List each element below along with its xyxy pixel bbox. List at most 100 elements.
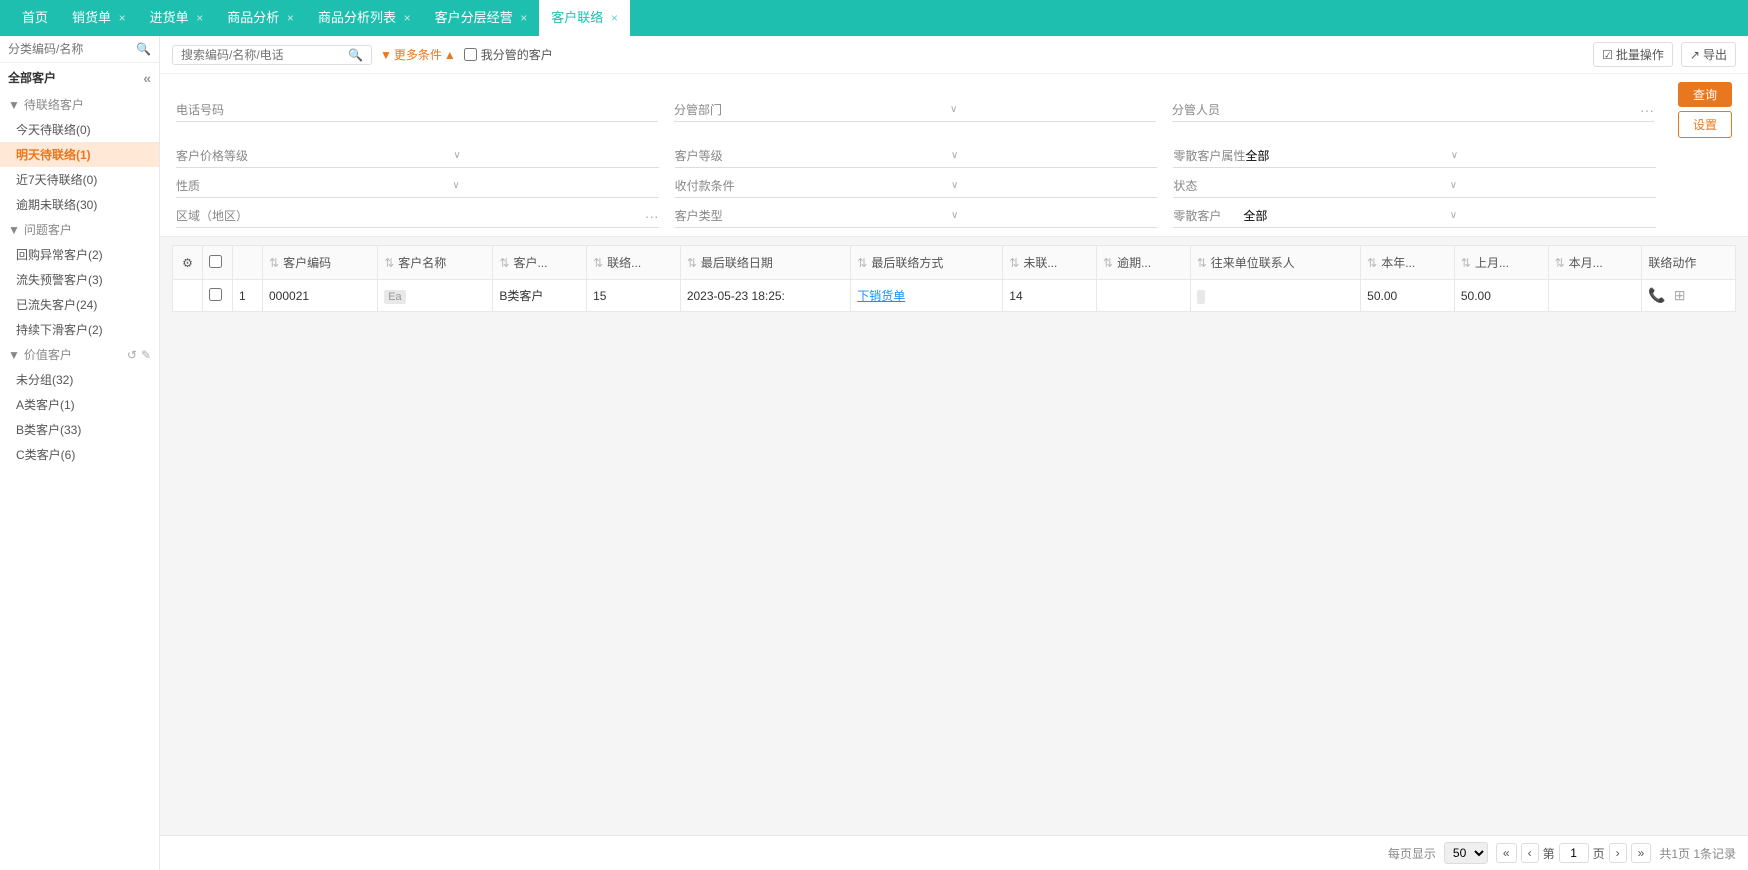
sort-nc-icon[interactable]: ⇅: [1009, 256, 1019, 270]
sort-icon[interactable]: ⇅: [269, 256, 279, 270]
more-conditions-btn[interactable]: ▼ 更多条件 ▲: [380, 46, 456, 63]
page-label: 第: [1543, 845, 1555, 862]
col-overdue-label: 逾期...: [1117, 254, 1151, 271]
filter-customer-level: 客户等级 ∨: [675, 144, 1158, 168]
nav-purchase-order[interactable]: 进货单 ×: [138, 0, 216, 36]
page-size-select[interactable]: 50: [1444, 842, 1488, 864]
filter-status-select[interactable]: ∨: [1243, 180, 1656, 191]
td-gear: [173, 280, 203, 312]
sidebar-item-churned[interactable]: 已流失客户(24): [0, 292, 159, 317]
my-customers-check[interactable]: [464, 48, 477, 61]
last-page-btn[interactable]: »: [1631, 843, 1652, 863]
filter-icon: ▼: [380, 48, 392, 62]
pending-group-label[interactable]: ▼ 待联络客户: [0, 92, 159, 117]
sort-overdue-icon[interactable]: ⇅: [1103, 256, 1113, 270]
filter-phone-label: 电话号码: [176, 101, 246, 118]
sidebar-item-declining[interactable]: 持续下滑客户(2): [0, 317, 159, 342]
col-type-label: 客户...: [513, 254, 547, 271]
value-refresh-icon[interactable]: ↺: [127, 348, 137, 362]
sidebar-item-today[interactable]: 今天待联络(0): [0, 117, 159, 142]
filter-region-label: 区域（地区）: [176, 207, 248, 224]
search-icon[interactable]: 🔍: [348, 48, 363, 62]
filter-status-label: 状态: [1173, 177, 1243, 194]
filter-dept-select[interactable]: ∨: [744, 104, 1156, 115]
filter-price-level-label: 客户价格等级: [176, 147, 248, 164]
td-not-contacted: 14: [1003, 280, 1097, 312]
filter-price-level: 客户价格等级 ∨: [176, 144, 659, 168]
nav-product-analysis[interactable]: 商品分析 ×: [215, 0, 306, 36]
action-icons: 📞 ⊞: [1648, 287, 1729, 304]
sort-contact-icon[interactable]: ⇅: [593, 256, 603, 270]
value-edit-icon[interactable]: ✎: [141, 348, 151, 362]
query-button[interactable]: 查询: [1678, 82, 1732, 107]
filter-retail-customer-select[interactable]: 全部 ∨: [1243, 207, 1656, 224]
td-last-way: 下销货单: [851, 280, 1003, 312]
customer-table: ⚙ ⇅ 客户编码: [172, 245, 1736, 312]
filter-nature: 性质 ∨: [176, 174, 659, 198]
sort-date-icon[interactable]: ⇅: [687, 256, 697, 270]
next-page-btn[interactable]: ›: [1609, 843, 1627, 863]
filter-payment-select[interactable]: ∨: [745, 180, 1158, 191]
sort-lm-icon[interactable]: ⇅: [1461, 256, 1471, 270]
filter-nature-select[interactable]: ∨: [246, 180, 659, 191]
sidebar-item-tomorrow[interactable]: 明天待联络(1): [0, 142, 159, 167]
page-number-input[interactable]: [1559, 843, 1589, 863]
sidebar-item-churn-warning[interactable]: 流失预警客户(3): [0, 267, 159, 292]
sort-name-icon[interactable]: ⇅: [384, 256, 394, 270]
nav-customer-contact[interactable]: 客户联络 ×: [539, 0, 630, 36]
filter-price-level-select[interactable]: ∨: [248, 150, 659, 161]
sidebar-search-input[interactable]: [8, 42, 136, 56]
th-checkbox: [203, 246, 233, 280]
sidebar-search-icon[interactable]: 🔍: [136, 42, 151, 56]
sidebar-item-repurchase-abnormal[interactable]: 回购异常客户(2): [0, 242, 159, 267]
sort-way-icon[interactable]: ⇅: [857, 256, 867, 270]
col-contact-label: 联络...: [607, 254, 641, 271]
sidebar-item-7days[interactable]: 近7天待联络(0): [0, 167, 159, 192]
td-contact: 15: [587, 280, 681, 312]
sidebar-item-a-class[interactable]: A类客户(1): [0, 392, 159, 417]
filter-customer-level-arrow: ∨: [951, 150, 1157, 161]
batch-operation-btn[interactable]: ☑ 批量操作: [1593, 42, 1673, 67]
sidebar-item-overdue[interactable]: 逾期未联络(30): [0, 192, 159, 217]
sort-uc-icon[interactable]: ⇅: [1197, 256, 1207, 270]
gear-icon[interactable]: ⚙: [182, 256, 193, 270]
sidebar-all-customers[interactable]: 全部客户 «: [0, 63, 159, 92]
my-customers-checkbox[interactable]: 我分管的客户: [464, 46, 553, 63]
filter-phone: 电话号码: [176, 98, 658, 122]
td-this-month: [1548, 280, 1642, 312]
grid-action-icon[interactable]: ⊞: [1674, 287, 1686, 304]
select-all-checkbox[interactable]: [209, 255, 222, 268]
prev-page-btn[interactable]: ‹: [1521, 843, 1539, 863]
filter-retail-attr-select[interactable]: 全部 ∨: [1245, 147, 1656, 164]
sort-type-icon[interactable]: ⇅: [499, 256, 509, 270]
sort-ty-icon[interactable]: ⇅: [1367, 256, 1377, 270]
filter-region-dots[interactable]: ···: [645, 208, 659, 224]
filter-manager-dots[interactable]: ···: [1640, 102, 1654, 118]
problem-group-label[interactable]: ▼ 问题客户: [0, 217, 159, 242]
td-overdue: [1097, 280, 1191, 312]
filter-customer-type-select[interactable]: ∨: [745, 210, 1158, 221]
export-btn[interactable]: ↗ 导出: [1681, 42, 1736, 67]
filter-customer-level-select[interactable]: ∨: [745, 150, 1158, 161]
search-input[interactable]: [181, 48, 348, 62]
sort-tm-icon[interactable]: ⇅: [1555, 256, 1565, 270]
problem-arrow: ▼: [8, 223, 20, 237]
row-checkbox[interactable]: [209, 288, 222, 301]
sidebar-item-ungrouped[interactable]: 未分组(32): [0, 367, 159, 392]
nav-customer-segment[interactable]: 客户分层经营 ×: [423, 0, 540, 36]
nav-home[interactable]: 首页: [10, 0, 60, 36]
last-way-link[interactable]: 下销货单: [857, 289, 905, 303]
filter-phone-input[interactable]: [246, 103, 658, 117]
nav-product-analysis-list[interactable]: 商品分析列表 ×: [306, 0, 423, 36]
th-type: ⇅ 客户...: [493, 246, 587, 280]
sidebar-item-b-class[interactable]: B类客户(33): [0, 417, 159, 442]
filter-customer-type-arrow: ∨: [951, 210, 1157, 221]
sidebar-search-box: 🔍: [0, 36, 159, 63]
phone-action-icon[interactable]: 📞: [1648, 287, 1665, 304]
reset-button[interactable]: 设置: [1678, 111, 1732, 138]
nav-sales-order[interactable]: 销货单 ×: [60, 0, 138, 36]
sidebar-item-c-class[interactable]: C类客户(6): [0, 442, 159, 467]
filter-dept-arrow: ∨: [950, 104, 1156, 115]
value-group-label[interactable]: ▼ 价值客户 ↺ ✎: [0, 342, 159, 367]
first-page-btn[interactable]: «: [1496, 843, 1517, 863]
